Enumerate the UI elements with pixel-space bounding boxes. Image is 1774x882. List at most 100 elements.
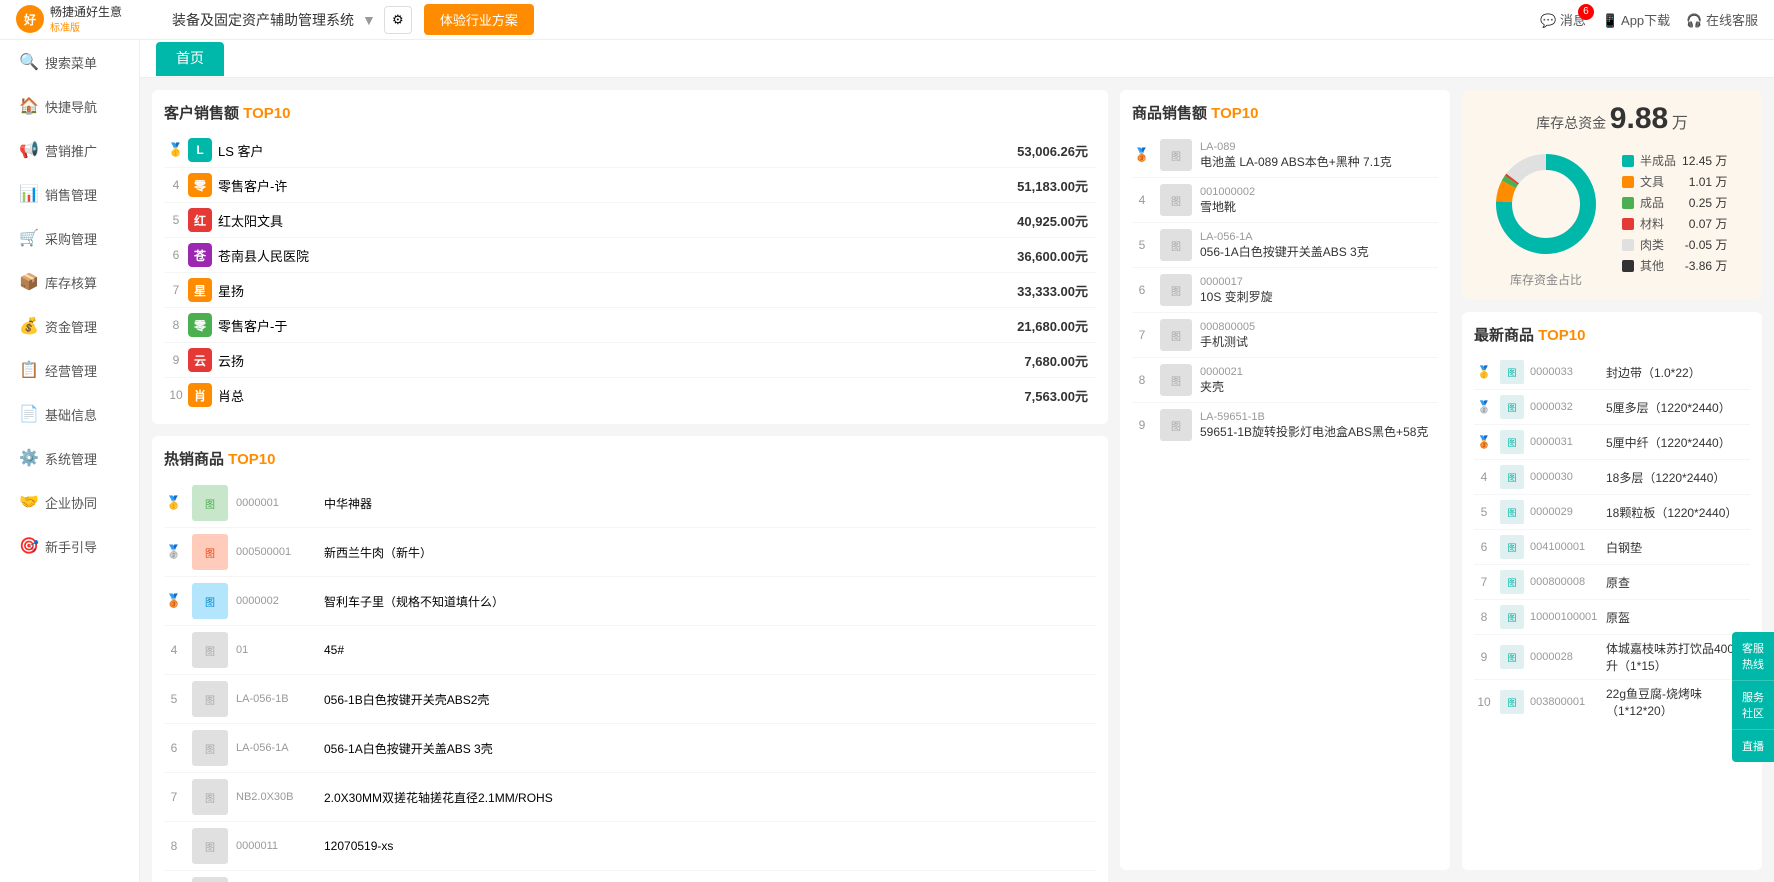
customer-amount: 40,925.00元 — [1017, 211, 1096, 230]
newest-products-card: 最新商品 TOP10 🥇 图 0000033 封边带（1.0*22） 🥈 图 — [1462, 312, 1762, 870]
sidebar-item-marketing[interactable]: 📢 营销推广 — [0, 128, 139, 172]
product-code: LA-056-1A — [1200, 231, 1438, 243]
notification-button[interactable]: 💬 消息 6 — [1540, 10, 1586, 29]
headset-icon: 🎧 — [1686, 13, 1702, 28]
product-rank-row: 6 图 0000017 10S 变刺罗旋 — [1132, 268, 1438, 313]
sidebar-item-quicknav[interactable]: 🏠 快捷导航 — [0, 84, 139, 128]
product-code: 0000029 — [1530, 506, 1600, 518]
rank-num: 6 — [164, 248, 188, 262]
sidebar-item-operations[interactable]: 📋 经营管理 — [0, 348, 139, 392]
product-thumbnail: 图 — [192, 730, 228, 766]
product-rank-row: 🥉 图 LA-089 电池盖 LA-089 ABS本色+黑种 7.1克 — [1132, 133, 1438, 178]
guide-icon: 🎯 — [19, 536, 37, 556]
customer-rank-row: 10 肖 肖总 7,563.00元 — [164, 378, 1096, 412]
legend-value: 1.01 万 — [1689, 173, 1728, 190]
customer-rank-row: 🥇 L LS 客户 53,006.26元 — [164, 133, 1096, 168]
product-name: 新西兰牛肉（新牛） — [324, 544, 1096, 561]
product-info: LA-59651-1B 59651-1B旋转投影灯电池盒ABS黑色+58克 — [1200, 411, 1438, 440]
rank-num: 8 — [164, 839, 184, 853]
rank-num: 7 — [164, 790, 184, 804]
hot-products-title: 热销商品 TOP10 — [164, 448, 1096, 469]
product-name: 2.0X30MM双搓花轴搓花直径2.1MM/ROHS — [324, 789, 1096, 806]
product-info: 0000021 夹壳 — [1200, 366, 1438, 395]
customer-amount: 33,333.00元 — [1017, 281, 1096, 300]
product-thumbnail: 图 — [1160, 229, 1192, 261]
product-name: 5厘多层（1220*2440） — [1606, 399, 1750, 416]
rank-num: 7 — [1474, 575, 1494, 589]
product-name: 体城嘉枝味苏打饮品400毫升（1*15） — [1606, 640, 1750, 674]
product-code: LA-056-1B — [236, 693, 316, 705]
sidebar-item-purchase[interactable]: 🛒 采购管理 — [0, 216, 139, 260]
operations-icon: 📋 — [19, 360, 37, 380]
inventory-total: 库存总资金 9.88 万 — [1478, 102, 1746, 136]
product-rank-row: 5 图 LA-056-1A 056-1A白色按键开关盖ABS 3克 — [1132, 223, 1438, 268]
collab-icon: 🤝 — [19, 492, 37, 512]
basic-icon: 📄 — [19, 404, 37, 424]
legend-color — [1622, 218, 1634, 230]
sidebar-collab-label: 企业协同 — [45, 493, 97, 512]
product-code: LA-056-1A — [236, 742, 316, 754]
hot-prod-row: 🥈 图 000500001 新西兰牛肉（新牛） — [164, 528, 1096, 577]
product-thumbnail: 图 — [1160, 184, 1192, 216]
legend-label: 材料 — [1640, 215, 1664, 232]
system-name: 装备及固定资产辅助管理系统 — [172, 10, 354, 30]
sidebar-item-sales[interactable]: 📊 销售管理 — [0, 172, 139, 216]
gear-button[interactable]: ⚙ — [384, 6, 412, 34]
medal-icon: 🥈 — [164, 544, 184, 560]
sidebar-item-finance[interactable]: 💰 资金管理 — [0, 304, 139, 348]
product-thumbnail: 图 — [1500, 645, 1524, 669]
sidebar-item-guide[interactable]: 🎯 新手引导 — [0, 524, 139, 568]
customer-badge: 星 — [188, 278, 212, 302]
hot-prod-row: 5 图 LA-056-1B 056-1B白色按键开关壳ABS2壳 — [164, 675, 1096, 724]
hot-products-card: 热销商品 TOP10 🥇 图 0000001 中华神器 🥈 图 0005000 — [152, 436, 1108, 882]
customer-rank-row: 6 苍 苍南县人民医院 36,600.00元 — [164, 238, 1096, 273]
mid-panel: 商品销售额 TOP10 🥉 图 LA-089 电池盖 LA-089 ABS本色+… — [1120, 90, 1450, 870]
product-code: 0000017 — [1200, 276, 1438, 288]
rank-num: 5 — [164, 692, 184, 706]
customer-service-button[interactable]: 客服热线 — [1732, 632, 1774, 681]
sidebar-item-search[interactable]: 🔍 搜索菜单 — [0, 40, 139, 84]
product-name: 056-1B白色按键开关壳ABS2壳 — [324, 691, 1096, 708]
logo-sub: 标准版 — [50, 19, 122, 34]
product-code: 000800008 — [1530, 576, 1600, 588]
sidebar-item-inventory[interactable]: 📦 库存核算 — [0, 260, 139, 304]
product-thumbnail: 图 — [1500, 570, 1524, 594]
rank-num: 4 — [1132, 193, 1152, 207]
content-area: 首页 客户销售额 TOP10 🥇 L LS 客户 — [140, 40, 1774, 882]
app-download-button[interactable]: 📱 App下载 — [1602, 10, 1670, 29]
product-code: 0000030 — [1530, 471, 1600, 483]
left-panel: 客户销售额 TOP10 🥇 L LS 客户 53,006.26元 4 — [152, 90, 1108, 870]
live-button[interactable]: 直播 — [1732, 730, 1774, 762]
customer-amount: 53,006.26元 — [1017, 141, 1096, 160]
dropdown-arrow-icon[interactable]: ▼ — [362, 12, 376, 28]
community-button[interactable]: 服务社区 — [1732, 681, 1774, 730]
online-service-button[interactable]: 🎧 在线客服 — [1686, 10, 1758, 29]
newest-prod-row: 🥉 图 0000031 5厘中纤（1220*2440） — [1474, 425, 1750, 460]
sidebar-item-collab[interactable]: 🤝 企业协同 — [0, 480, 139, 524]
product-name: 原查 — [1606, 574, 1750, 591]
rank-num: 9 — [164, 353, 188, 367]
sidebar-item-system[interactable]: ⚙️ 系统管理 — [0, 436, 139, 480]
tab-home[interactable]: 首页 — [156, 42, 224, 76]
medal-icon: 🥇 — [164, 142, 188, 158]
legend-item: 成品 0.25 万 — [1622, 194, 1727, 211]
right-panel: 库存总资金 9.88 万 — [1462, 90, 1762, 870]
customer-name: 红太阳文具 — [218, 211, 1017, 230]
sidebar-item-basic[interactable]: 📄 基础信息 — [0, 392, 139, 436]
product-thumbnail: 图 — [192, 779, 228, 815]
sidebar-sales-label: 销售管理 — [45, 185, 97, 204]
trial-button[interactable]: 体验行业方案 — [424, 4, 534, 35]
medal-icon: 🥈 — [1474, 400, 1494, 414]
product-thumbnail: 图 — [192, 828, 228, 864]
customer-amount: 7,563.00元 — [1024, 386, 1096, 405]
product-thumbnail: 图 — [192, 632, 228, 668]
hot-prod-row: 9 图 KK-SD22110H 花语萌恒温分腿睡袋（厚款） — [164, 871, 1096, 882]
rank-num: 5 — [164, 213, 188, 227]
legend-color — [1622, 260, 1634, 272]
product-info: 001000002 雪地靴 — [1200, 186, 1438, 215]
product-name: 封边带（1.0*22） — [1606, 364, 1750, 381]
product-name: 22g鱼豆腐-烧烤味（1*12*20） — [1606, 685, 1750, 719]
logo-area: 好 畅捷通好生意 标准版 — [16, 5, 156, 34]
inventory-chart-area: 库存资金占比 半成品 12.45 万 文具 1.01 万 — [1478, 144, 1746, 288]
rank-num: 6 — [1132, 283, 1152, 297]
